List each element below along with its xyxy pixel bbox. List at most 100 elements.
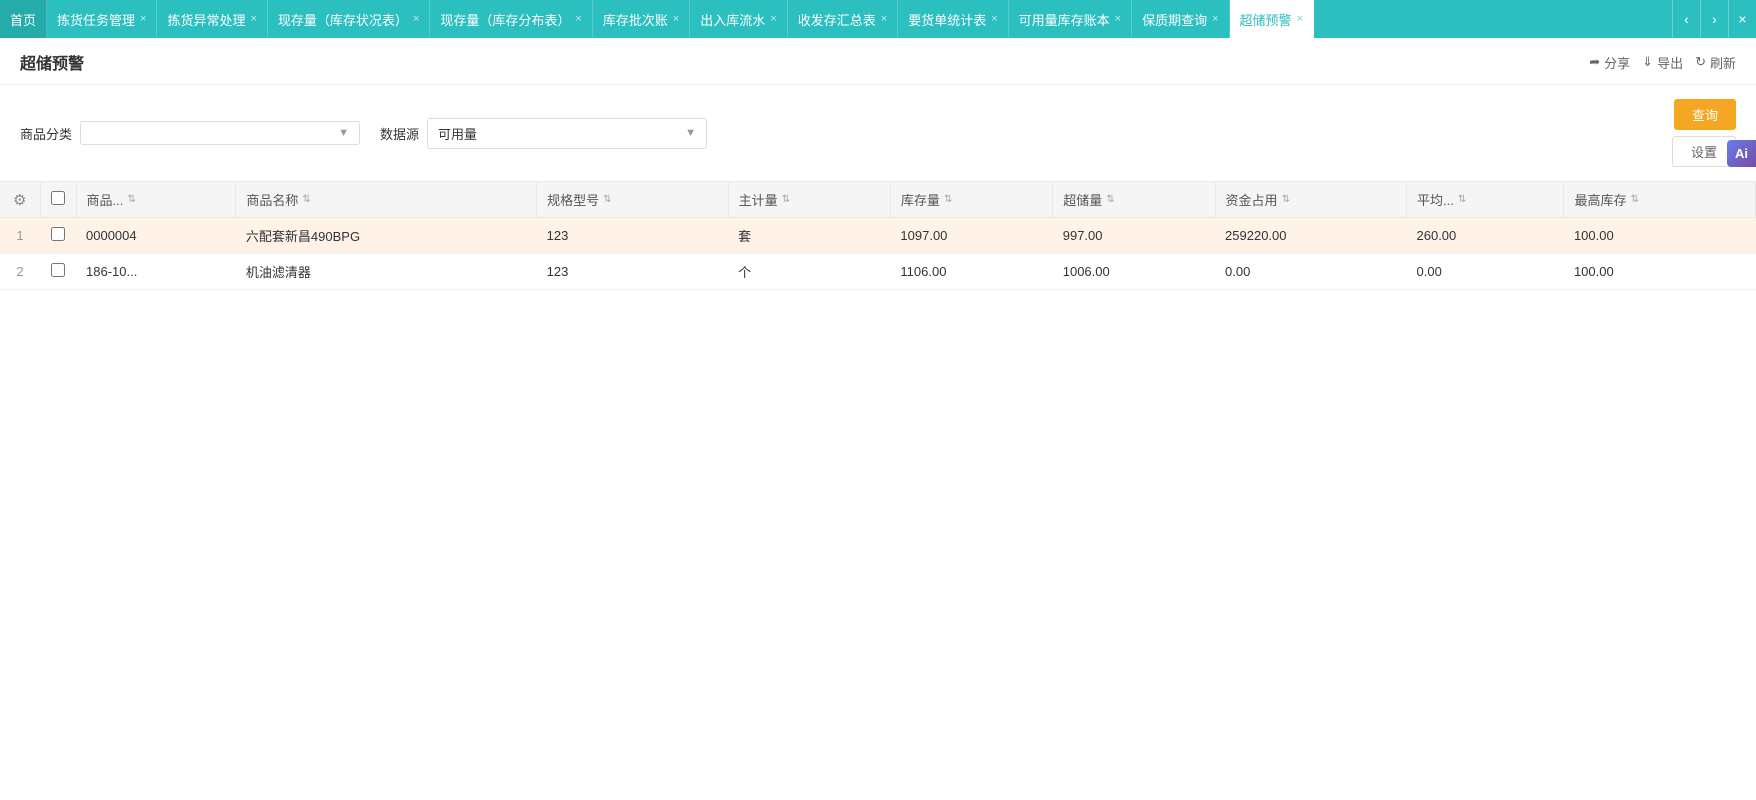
nav-flow[interactable]: 出入库流水 × [690, 0, 787, 38]
close-icon[interactable]: × [881, 13, 887, 25]
sort-icon: ⇅ [1630, 194, 1638, 205]
header-actions: ➦ 分享 ⇓ 导出 ↻ 刷新 [1589, 53, 1736, 72]
gear-icon[interactable]: ⚙ [13, 191, 26, 209]
cell-unit: 个 [728, 254, 890, 290]
page-title: 超储预警 [20, 50, 84, 74]
filter-row: 商品分类 ▼ 数据源 可用量 ▼ 查询 设置 [0, 85, 1756, 181]
close-icon[interactable]: × [1297, 13, 1303, 25]
cell-spec: 123 [537, 254, 728, 290]
nav-usable-account[interactable]: 可用量库存账本 × [1009, 0, 1132, 38]
nav-overstock[interactable]: 超储预警 × [1230, 0, 1314, 38]
close-icon[interactable]: × [673, 13, 679, 25]
nav-batch-account[interactable]: 库存批次账 × [593, 0, 690, 38]
nav-inventory-dist[interactable]: 现存量（库存分布表） × [430, 0, 592, 38]
th-spec[interactable]: 规格型号 ⇅ [537, 182, 728, 218]
th-product-code[interactable]: 商品... ⇅ [76, 182, 236, 218]
datasource-select[interactable]: 可用量 ▼ [427, 118, 707, 149]
row-checkbox-cell [40, 218, 76, 254]
close-icon[interactable]: × [250, 13, 256, 25]
row-number: 1 [0, 218, 40, 254]
datasource-label: 数据源 [380, 124, 419, 143]
close-icon[interactable]: × [413, 13, 419, 25]
cell-avg: 0.00 [1407, 254, 1564, 290]
sort-icon: ⇅ [603, 194, 611, 205]
sort-icon: ⇅ [127, 194, 135, 205]
datasource-select-value: 可用量 [438, 124, 477, 143]
close-icon[interactable]: × [770, 13, 776, 25]
sort-icon: ⇅ [1282, 194, 1290, 205]
nav-inventory-status[interactable]: 现存量（库存状况表） × [268, 0, 430, 38]
category-filter-group: 商品分类 ▼ [20, 121, 360, 145]
nav-demand-stats[interactable]: 要货单统计表 × [898, 0, 1008, 38]
nav-arrows: ‹ › × [1672, 0, 1756, 38]
query-button[interactable]: 查询 [1674, 99, 1736, 130]
share-button[interactable]: ➦ 分享 [1589, 53, 1630, 72]
cell-product-code: 0000004 [76, 218, 236, 254]
sort-icon: ⇅ [782, 194, 790, 205]
cell-over-storage: 997.00 [1053, 218, 1215, 254]
row-checkbox[interactable] [51, 227, 65, 241]
cell-max-inventory: 100.00 [1564, 218, 1756, 254]
cell-capital: 259220.00 [1215, 218, 1406, 254]
table-body: 1 0000004 六配套新昌490BPG 123 套 1097.00 997.… [0, 218, 1756, 290]
table-row: 1 0000004 六配套新昌490BPG 123 套 1097.00 997.… [0, 218, 1756, 254]
nav-next-button[interactable]: › [1700, 0, 1728, 38]
cell-max-inventory: 100.00 [1564, 254, 1756, 290]
close-icon[interactable]: × [575, 13, 581, 25]
sort-icon: ⇅ [302, 194, 310, 205]
sort-icon: ⇅ [1106, 194, 1114, 205]
close-icon[interactable]: × [140, 13, 146, 25]
cell-capital: 0.00 [1215, 254, 1406, 290]
select-all-checkbox[interactable] [51, 191, 65, 205]
nav-expand-button[interactable]: × [1728, 0, 1756, 38]
th-max-inventory[interactable]: 最高库存 ⇅ [1564, 182, 1756, 218]
cell-over-storage: 1006.00 [1053, 254, 1215, 290]
th-inventory[interactable]: 库存量 ⇅ [890, 182, 1052, 218]
chevron-down-icon: ▼ [338, 127, 349, 139]
ai-badge[interactable]: Ai [1727, 140, 1756, 167]
table-header-row: ⚙ 商品... ⇅ 商品名称 ⇅ [0, 182, 1756, 218]
table-row: 2 186-10... 机油滤清器 123 个 1106.00 1006.00 … [0, 254, 1756, 290]
close-icon[interactable]: × [1115, 13, 1121, 25]
th-capital[interactable]: 资金占用 ⇅ [1215, 182, 1406, 218]
page-container: 超储预警 ➦ 分享 ⇓ 导出 ↻ 刷新 商品分类 ▼ 数据源 [0, 38, 1756, 800]
th-settings: ⚙ [0, 182, 40, 218]
data-table-container: ⚙ 商品... ⇅ 商品名称 ⇅ [0, 181, 1756, 290]
cell-inventory: 1106.00 [890, 254, 1052, 290]
cell-product-code: 186-10... [76, 254, 236, 290]
close-icon[interactable]: × [1212, 13, 1218, 25]
row-number: 2 [0, 254, 40, 290]
refresh-icon: ↻ [1695, 54, 1706, 70]
row-checkbox-cell [40, 254, 76, 290]
sort-icon: ⇅ [944, 194, 952, 205]
nav-task-manage[interactable]: 拣货任务管理 × [47, 0, 157, 38]
category-label: 商品分类 [20, 124, 72, 143]
th-checkbox [40, 182, 76, 218]
cell-product-name: 六配套新昌490BPG [236, 218, 537, 254]
datasource-filter-group: 数据源 可用量 ▼ [380, 118, 707, 149]
share-icon: ➦ [1589, 54, 1600, 70]
nav-prev-button[interactable]: ‹ [1672, 0, 1700, 38]
nav-summary[interactable]: 收发存汇总表 × [788, 0, 898, 38]
cell-spec: 123 [537, 218, 728, 254]
th-unit[interactable]: 主计量 ⇅ [728, 182, 890, 218]
export-button[interactable]: ⇓ 导出 [1642, 53, 1683, 72]
cell-inventory: 1097.00 [890, 218, 1052, 254]
cell-unit: 套 [728, 218, 890, 254]
refresh-button[interactable]: ↻ 刷新 [1695, 53, 1736, 72]
nav-home[interactable]: 首页 [0, 0, 47, 38]
th-avg[interactable]: 平均... ⇅ [1407, 182, 1564, 218]
page-header: 超储预警 ➦ 分享 ⇓ 导出 ↻ 刷新 [0, 38, 1756, 85]
cell-avg: 260.00 [1407, 218, 1564, 254]
nav-expiry[interactable]: 保质期查询 × [1132, 0, 1229, 38]
category-select[interactable]: ▼ [80, 121, 360, 145]
top-navigation: 首页 拣货任务管理 × 拣货异常处理 × 现存量（库存状况表） × 现存量（库存… [0, 0, 1756, 38]
nav-exception[interactable]: 拣货异常处理 × [157, 0, 267, 38]
close-icon[interactable]: × [991, 13, 997, 25]
chevron-down-icon: ▼ [685, 127, 696, 139]
sort-icon: ⇅ [1458, 194, 1466, 205]
cell-product-name: 机油滤清器 [236, 254, 537, 290]
th-product-name[interactable]: 商品名称 ⇅ [236, 182, 537, 218]
th-over-storage[interactable]: 超储量 ⇅ [1053, 182, 1215, 218]
row-checkbox[interactable] [51, 263, 65, 277]
